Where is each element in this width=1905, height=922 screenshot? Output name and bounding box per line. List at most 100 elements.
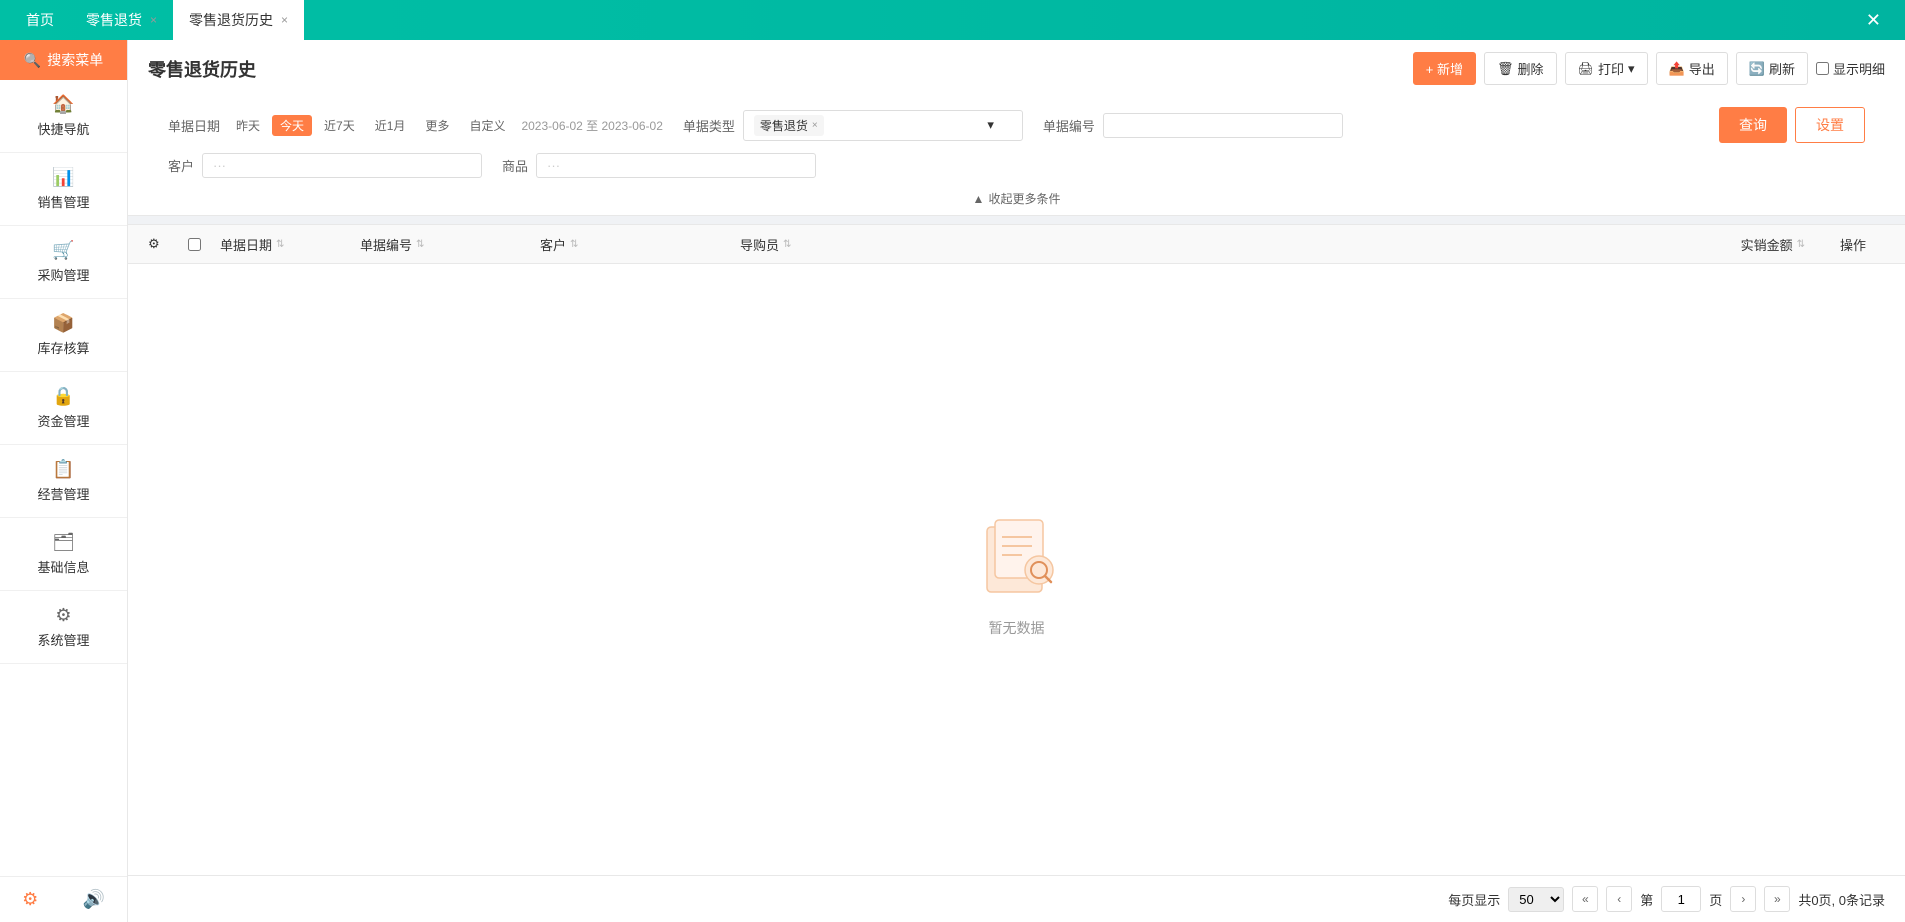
doc-type-select[interactable]: 零售退货 × ▾: [743, 110, 1023, 141]
table-section: ⚙ 单据日期 ⇅ 单据编号 ⇅ 客户 ⇅: [128, 224, 1905, 875]
filter-section: 单据日期 昨天 今天 近7天 近1月 更多 自定义 2023-06-02 至 2…: [148, 97, 1885, 215]
th-checkbox[interactable]: [180, 238, 212, 251]
delete-icon: 🗑: [1497, 61, 1514, 77]
doc-type-tag-text: 零售退货: [760, 117, 808, 134]
sidebar-search[interactable]: 🔍 搜索菜单: [0, 40, 127, 80]
pagination-bar: 每页显示 20 50 100 « ‹ 第 页 › » 共0页, 0条记录: [128, 875, 1905, 922]
refresh-button[interactable]: 🔄 刷新: [1736, 52, 1808, 85]
filter-row-1: 单据日期 昨天 今天 近7天 近1月 更多 自定义 2023-06-02 至 2…: [168, 97, 1865, 153]
th-doc-date-label: 单据日期: [220, 235, 272, 254]
customer-select[interactable]: ···: [202, 153, 482, 178]
delete-button[interactable]: 🗑 删除: [1484, 52, 1557, 85]
collapse-bar[interactable]: ▲ 收起更多条件: [168, 184, 1865, 215]
sidebar-item-finance[interactable]: 🔒 资金管理: [0, 372, 127, 445]
sound-icon[interactable]: 🔊: [82, 889, 104, 910]
date-btn-yesterday[interactable]: 昨天: [228, 115, 268, 136]
page-size-select[interactable]: 20 50 100: [1508, 887, 1564, 912]
query-button[interactable]: 查询: [1719, 107, 1787, 143]
total-text: 共0页, 0条记录: [1798, 890, 1885, 909]
filter-doc-no: 单据编号: [1043, 113, 1343, 138]
tab-retail-return-history[interactable]: 零售退货历史 ×: [173, 0, 304, 40]
filter-doc-date: 单据日期 昨天 今天 近7天 近1月 更多 自定义 2023-06-02 至 2…: [168, 115, 663, 136]
sidebar-search-label: 搜索菜单: [47, 50, 103, 70]
filter-settings-button[interactable]: 设置: [1795, 107, 1865, 143]
goods-ellipsis: ···: [547, 158, 560, 173]
select-all-checkbox[interactable]: [188, 238, 201, 251]
date-range-text: 2023-06-02 至 2023-06-02: [521, 117, 662, 134]
th-amount-label: 实销金额: [1741, 235, 1793, 254]
th-settings[interactable]: ⚙: [140, 236, 180, 252]
date-btn-1month[interactable]: 近1月: [367, 115, 414, 136]
export-label: 导出: [1689, 59, 1715, 78]
doc-type-tag-close[interactable]: ×: [812, 120, 818, 131]
doc-type-dropdown-icon: ▾: [987, 117, 994, 133]
goods-label: 商品: [502, 156, 528, 175]
th-guide-sort: ⇅: [783, 239, 791, 250]
tab-retail-return-history-label: 零售退货历史: [189, 10, 273, 30]
tab-retail-return[interactable]: 零售退货 ×: [70, 0, 173, 40]
refresh-label: 刷新: [1769, 59, 1795, 78]
last-page-button[interactable]: »: [1764, 886, 1790, 912]
inventory-icon: 📦: [52, 313, 74, 334]
th-amount[interactable]: 实销金额 ⇅: [1693, 235, 1813, 254]
sidebar-bottom: ⚙ 🔊: [0, 876, 127, 922]
date-btn-today[interactable]: 今天: [272, 115, 312, 136]
th-customer-label: 客户: [540, 235, 566, 254]
th-amount-sort: ⇅: [1797, 239, 1805, 250]
th-doc-no[interactable]: 单据编号 ⇅: [352, 235, 532, 254]
sidebar-item-purchase-mgmt[interactable]: 🛒 采购管理: [0, 226, 127, 299]
top-bar-right: ✕: [1858, 10, 1905, 31]
th-doc-date[interactable]: 单据日期 ⇅: [212, 235, 352, 254]
collapse-up-icon: ▲: [973, 192, 985, 206]
page-size-label: 每页显示: [1448, 890, 1500, 909]
date-btn-custom[interactable]: 自定义: [461, 115, 513, 136]
search-icon: 🔍: [24, 52, 41, 69]
operations-icon: 📋: [52, 459, 74, 480]
export-button[interactable]: 📤 导出: [1656, 52, 1728, 85]
show-detail-label: 显示明细: [1833, 59, 1885, 78]
collapse-label: 收起更多条件: [988, 190, 1060, 207]
sidebar-item-inventory[interactable]: 📦 库存核算: [0, 299, 127, 372]
system-mgmt-icon: ⚙: [55, 605, 71, 626]
date-btn-7days[interactable]: 近7天: [316, 115, 363, 136]
th-customer-sort: ⇅: [570, 239, 578, 250]
page-unit: 页: [1709, 890, 1722, 909]
page-header: 零售退货历史 + 新增 🗑 删除 🖨 打印 ▾ 📤 导出: [128, 40, 1905, 216]
doc-no-input[interactable]: [1103, 113, 1343, 138]
date-btn-more[interactable]: 更多: [417, 115, 457, 136]
first-page-button[interactable]: «: [1572, 886, 1598, 912]
sidebar-item-sales-mgmt[interactable]: 📊 销售管理: [0, 153, 127, 226]
top-bar: 首页 零售退货 × 零售退货历史 × ✕: [0, 0, 1905, 40]
close-retail-return-history-tab[interactable]: ×: [281, 13, 288, 27]
th-doc-no-sort: ⇅: [416, 239, 424, 250]
prev-page-button[interactable]: ‹: [1606, 886, 1632, 912]
page-input[interactable]: [1661, 886, 1701, 912]
th-guide[interactable]: 导购员 ⇅: [732, 235, 882, 254]
sidebar-item-quick-nav-label: 快捷导航: [37, 119, 89, 138]
tab-home[interactable]: 首页: [10, 0, 70, 40]
close-retail-return-tab[interactable]: ×: [150, 13, 157, 27]
next-page-button[interactable]: ›: [1730, 886, 1756, 912]
goods-select[interactable]: ···: [536, 153, 816, 178]
settings-icon[interactable]: ⚙: [22, 889, 38, 910]
sidebar-item-operations[interactable]: 📋 经营管理: [0, 445, 127, 518]
table-header: ⚙ 单据日期 ⇅ 单据编号 ⇅ 客户 ⇅: [128, 224, 1905, 264]
th-ops: 操作: [1813, 235, 1893, 254]
delete-label: 删除: [1518, 59, 1544, 78]
show-detail-checkbox[interactable]: [1816, 62, 1829, 75]
sidebar-item-sales-mgmt-label: 销售管理: [37, 192, 89, 211]
empty-state: 暂无数据: [128, 264, 1905, 875]
sidebar-item-basic-info[interactable]: 🗂 基础信息: [0, 518, 127, 591]
home-icon: 🏠: [52, 94, 74, 115]
sidebar-item-system-mgmt[interactable]: ⚙ 系统管理: [0, 591, 127, 664]
sidebar-item-quick-nav[interactable]: 🏠 快捷导航: [0, 80, 127, 153]
add-button[interactable]: + 新增: [1413, 52, 1476, 85]
page-title-row: 零售退货历史 + 新增 🗑 删除 🖨 打印 ▾ 📤 导出: [148, 52, 1885, 85]
window-close-button[interactable]: ✕: [1858, 10, 1889, 31]
sales-icon: 📊: [52, 167, 74, 188]
th-customer[interactable]: 客户 ⇅: [532, 235, 732, 254]
export-icon: 📤: [1669, 61, 1685, 77]
sidebar-item-finance-label: 资金管理: [37, 411, 89, 430]
show-detail-checkbox-label[interactable]: 显示明细: [1816, 59, 1885, 78]
print-button[interactable]: 🖨 打印 ▾: [1565, 52, 1648, 85]
